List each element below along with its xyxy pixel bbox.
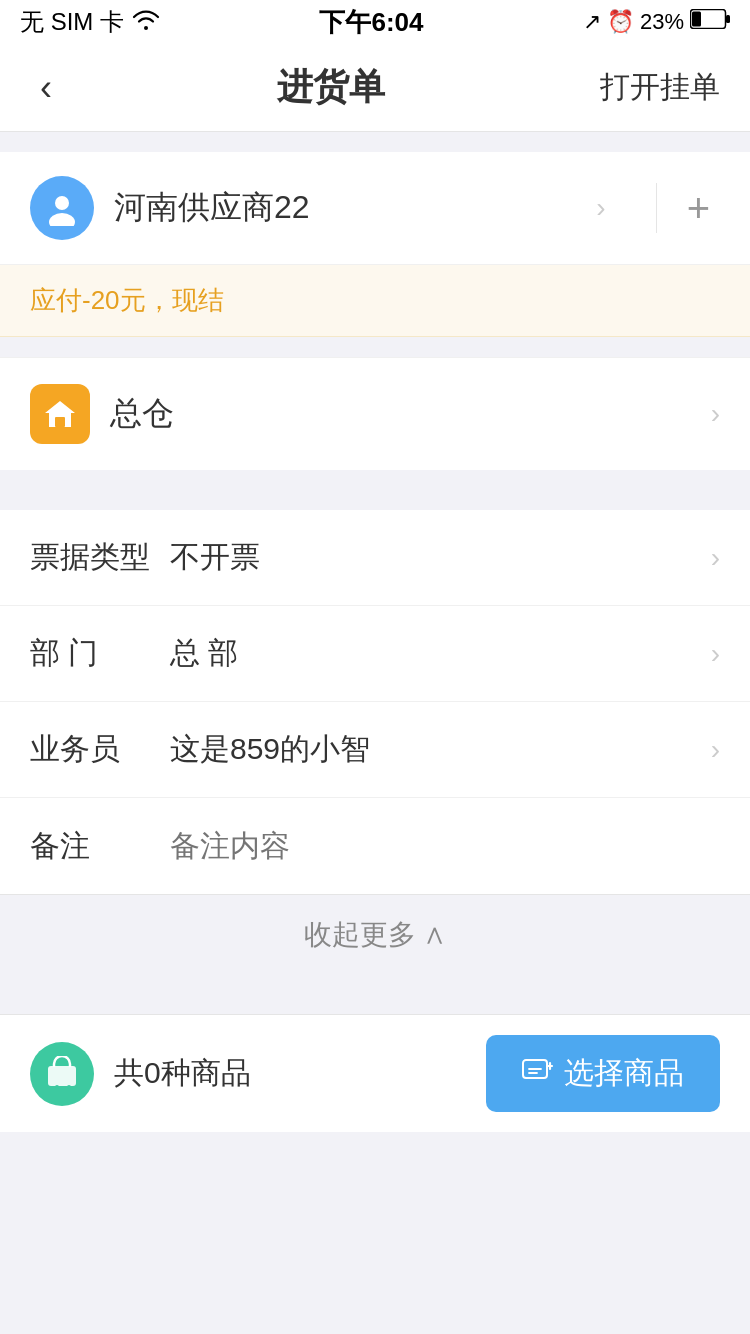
remark-label: 备注 xyxy=(30,826,150,867)
svg-rect-2 xyxy=(692,12,701,27)
department-label: 部 门 xyxy=(30,633,150,674)
section-gap-4 xyxy=(0,974,750,994)
collapse-bar: 收起更多 ∧ xyxy=(0,894,750,974)
svg-point-3 xyxy=(55,196,69,210)
add-supplier-button[interactable]: + xyxy=(677,186,720,231)
notice-text: 应付-20元，现结 xyxy=(30,285,224,315)
battery-icon xyxy=(690,9,730,35)
invoice-type-row[interactable]: 票据类型 不开票 › xyxy=(0,510,750,606)
home-icon xyxy=(43,397,77,431)
select-product-label: 选择商品 xyxy=(564,1053,684,1094)
open-pending-button[interactable]: 打开挂单 xyxy=(600,67,720,108)
salesperson-value: 这是859的小智 xyxy=(150,729,711,770)
section-gap-2 xyxy=(0,337,750,357)
svg-rect-5 xyxy=(55,417,65,427)
bottom-bar: 共0种商品 选择商品 xyxy=(0,1014,750,1132)
location-icon: ↗ xyxy=(583,9,601,35)
battery-label: 23% xyxy=(640,9,684,35)
notice-bar: 应付-20元，现结 xyxy=(0,265,750,337)
wifi-icon xyxy=(132,8,160,36)
invoice-type-label: 票据类型 xyxy=(30,537,150,578)
select-product-button[interactable]: 选择商品 xyxy=(486,1035,720,1112)
warehouse-chevron-icon: › xyxy=(711,398,720,430)
user-icon xyxy=(44,190,80,226)
section-gap-3 xyxy=(0,470,750,490)
page-title: 进货单 xyxy=(277,63,385,112)
product-icon xyxy=(30,1042,94,1106)
product-count-label: 共0种商品 xyxy=(114,1053,486,1094)
invoice-type-value: 不开票 xyxy=(150,537,711,578)
status-left: 无 SIM 卡 xyxy=(20,6,160,38)
supplier-row[interactable]: 河南供应商22 › + xyxy=(0,152,750,265)
department-chevron-icon: › xyxy=(711,638,720,670)
carrier-label: 无 SIM 卡 xyxy=(20,6,124,38)
department-value: 总 部 xyxy=(150,633,711,674)
status-time: 下午6:04 xyxy=(319,5,423,40)
remark-input[interactable] xyxy=(150,829,720,863)
remark-row: 备注 xyxy=(0,798,750,894)
select-product-icon xyxy=(522,1056,554,1091)
svg-point-7 xyxy=(55,1085,59,1089)
warehouse-section: 总仓 › xyxy=(0,357,750,470)
salesperson-row[interactable]: 业务员 这是859的小智 › xyxy=(0,702,750,798)
alarm-icon: ⏰ xyxy=(607,9,634,35)
invoice-type-chevron-icon: › xyxy=(711,542,720,574)
supplier-avatar xyxy=(30,176,94,240)
back-button[interactable]: ‹ xyxy=(30,57,62,119)
svg-rect-1 xyxy=(726,15,730,23)
collapse-button[interactable]: 收起更多 ∧ xyxy=(304,916,447,954)
section-gap-1 xyxy=(0,132,750,152)
vertical-divider xyxy=(656,183,657,233)
content-below xyxy=(0,1132,750,1334)
warehouse-name: 总仓 xyxy=(110,392,711,436)
warehouse-row[interactable]: 总仓 › xyxy=(0,357,750,470)
salesperson-label: 业务员 xyxy=(30,729,150,770)
supplier-chevron-icon: › xyxy=(596,192,605,224)
supplier-name: 河南供应商22 xyxy=(114,186,596,230)
warehouse-icon xyxy=(30,384,90,444)
svg-point-4 xyxy=(49,213,75,226)
supplier-section: 河南供应商22 › + 应付-20元，现结 xyxy=(0,152,750,337)
svg-rect-6 xyxy=(48,1066,76,1086)
cart-icon xyxy=(44,1056,80,1092)
status-right: ↗ ⏰ 23% xyxy=(583,9,730,35)
status-bar: 无 SIM 卡 下午6:04 ↗ ⏰ 23% xyxy=(0,0,750,44)
nav-bar: ‹ 进货单 打开挂单 xyxy=(0,44,750,132)
form-section: 票据类型 不开票 › 部 门 总 部 › 业务员 这是859的小智 › 备注 xyxy=(0,510,750,894)
salesperson-chevron-icon: › xyxy=(711,734,720,766)
svg-point-8 xyxy=(67,1085,71,1089)
department-row[interactable]: 部 门 总 部 › xyxy=(0,606,750,702)
